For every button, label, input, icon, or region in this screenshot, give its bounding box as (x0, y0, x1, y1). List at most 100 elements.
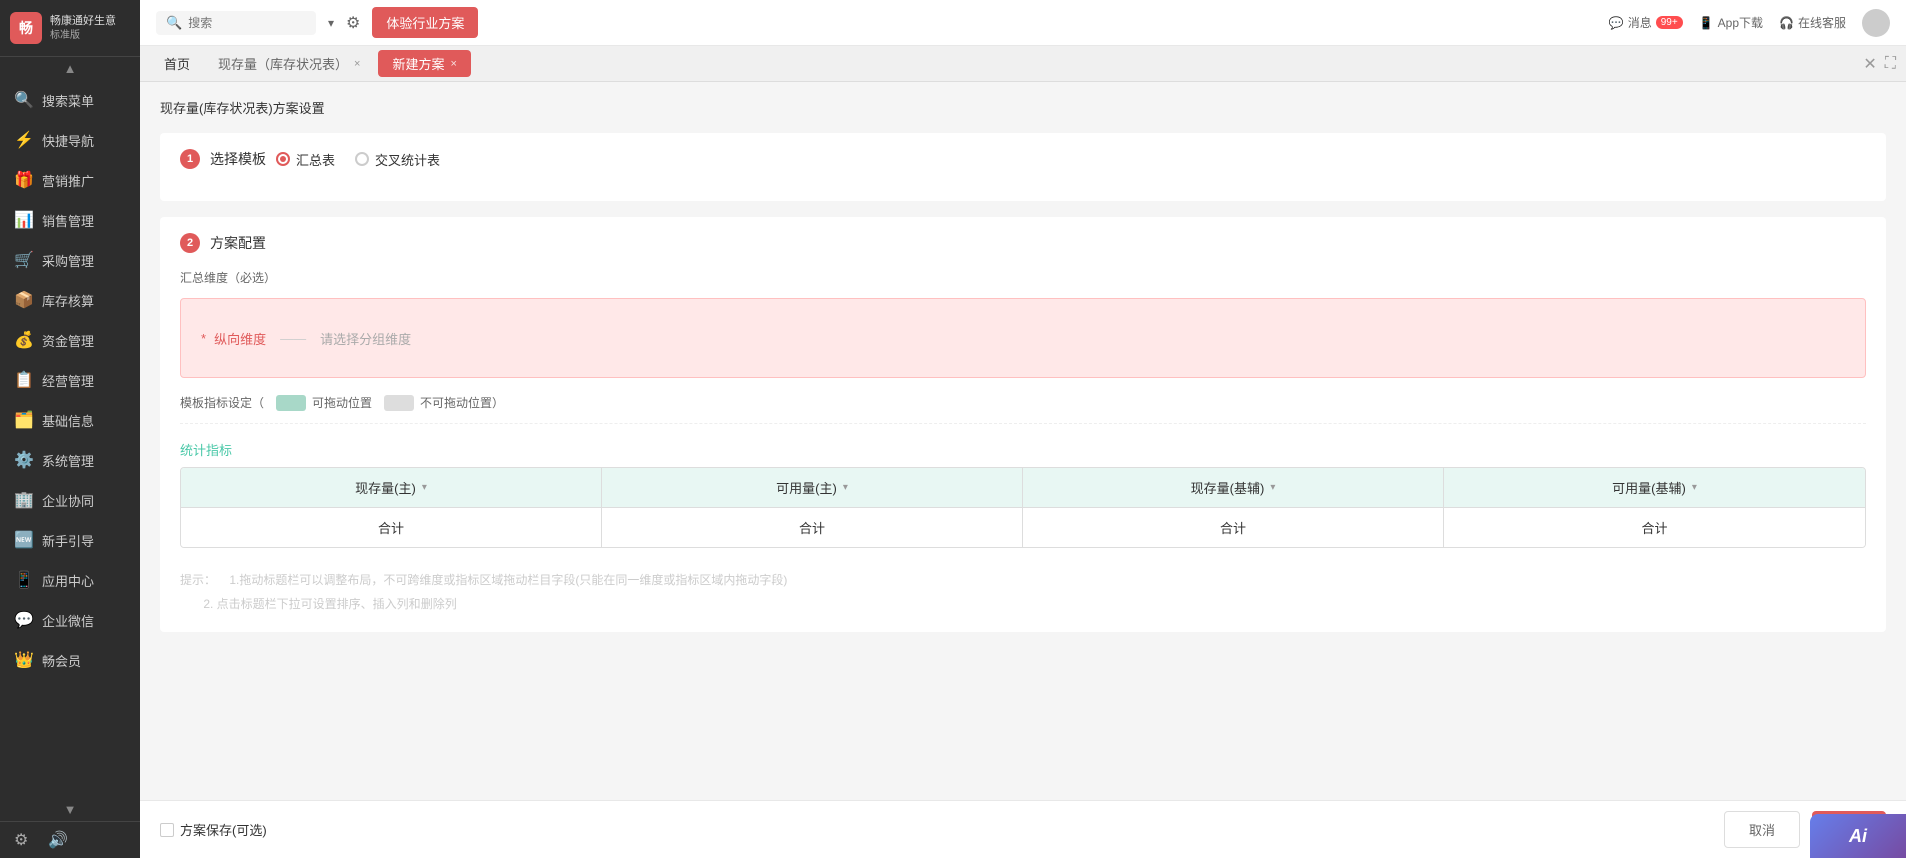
sidebar-item-资金管理[interactable]: 💰资金管理 (0, 320, 140, 360)
chevron-down-icon[interactable]: ▾ (843, 482, 848, 493)
tab-inventory[interactable]: 现存量（库存状况表） × (204, 48, 374, 79)
stats-header-cell[interactable]: 可用量(主)▾ (602, 468, 1023, 507)
stats-header-cell[interactable]: 现存量(基辅)▾ (1023, 468, 1444, 507)
sidebar-scroll-up[interactable]: ▲ (0, 57, 140, 80)
chevron-down-icon[interactable]: ▾ (422, 482, 427, 493)
app-download-label: App下载 (1718, 14, 1763, 31)
tab-home[interactable]: 首页 (150, 48, 204, 79)
sidebar-item-label: 搜索菜单 (42, 91, 94, 110)
sidebar-icon: 🔍 (14, 90, 34, 110)
dimension-hint: 请选择分组维度 (320, 329, 411, 348)
online-service-item[interactable]: 🎧 在线客服 (1779, 14, 1846, 31)
sidebar-item-畅会员[interactable]: 👑畅会员 (0, 640, 140, 680)
stats-section: 统计指标 现存量(主)▾可用量(主)▾现存量(基辅)▾可用量(基辅)▾ 合计合计… (180, 440, 1866, 548)
tabbar: 首页 现存量（库存状况表） × 新建方案 × ✕ ⛶ (140, 46, 1906, 82)
radio-cross-label: 交叉统计表 (375, 150, 440, 169)
stats-body-cell: 合计 (1023, 508, 1444, 547)
stats-header-cell[interactable]: 可用量(基辅)▾ (1444, 468, 1865, 507)
tips-section: 提示： 1.拖动标题栏可以调整布局，不可跨维度或指标区域拖动栏目字段(只能在同一… (180, 568, 1866, 616)
online-service-label: 在线客服 (1798, 14, 1846, 31)
sidebar-item-系统管理[interactable]: ⚙️系统管理 (0, 440, 140, 480)
sidebar-item-快捷导航[interactable]: ⚡快捷导航 (0, 120, 140, 160)
sidebar-item-label: 应用中心 (42, 571, 94, 590)
tips-item2: 2. 点击标题栏下拉可设置排序、插入列和删除列 (180, 592, 1866, 616)
radio-cross-dot (355, 152, 369, 166)
stats-header-cell[interactable]: 现存量(主) ▾ (181, 468, 602, 507)
audio-icon[interactable]: 🔊 (48, 830, 68, 850)
window-expand-btn[interactable]: ⛶ (1885, 55, 1896, 73)
save-option[interactable]: 方案保存(可选) (160, 820, 267, 839)
topbar-dropdown[interactable]: ▾ (328, 16, 334, 30)
tab-inventory-close[interactable]: × (354, 58, 360, 70)
draggable-box (276, 395, 306, 411)
sidebar-item-label: 库存核算 (42, 291, 94, 310)
topbar-gear-icon[interactable]: ⚙ (346, 13, 360, 33)
stats-table-header: 现存量(主)▾可用量(主)▾现存量(基辅)▾可用量(基辅)▾ (181, 468, 1865, 507)
stats-body-cell: 合计 (602, 508, 1023, 547)
draggable-legend: 可拖动位置 (276, 394, 372, 411)
radio-summary-label: 汇总表 (296, 150, 335, 169)
main-content: 🔍 ▾ ⚙ 体验行业方案 💬 消息 99+ 📱 App下载 🎧 在线客服 (140, 0, 1906, 858)
user-avatar[interactable] (1862, 9, 1890, 37)
step2-badge: 2 (180, 233, 200, 253)
messages-item[interactable]: 💬 消息 99+ (1609, 14, 1683, 31)
search-icon: 🔍 (166, 15, 182, 31)
tab-new-scheme-label: 新建方案 (392, 54, 444, 73)
topbar: 🔍 ▾ ⚙ 体验行业方案 💬 消息 99+ 📱 App下载 🎧 在线客服 (140, 0, 1906, 46)
stats-body-cell: 合计 (181, 508, 602, 547)
ai-fab-button[interactable]: Ai (1810, 814, 1906, 858)
sidebar-item-库存核算[interactable]: 📦 库存核算 (0, 280, 140, 320)
cancel-button[interactable]: 取消 (1724, 811, 1800, 848)
section1-header: 1 选择模板 汇总表 交叉统计表 (180, 149, 1866, 169)
non-draggable-legend: 不可拖动位置） (384, 394, 504, 411)
draggable-label: 可拖动位置 (312, 394, 372, 411)
search-box[interactable]: 🔍 (156, 11, 316, 35)
sidebar-item-企业协同[interactable]: 🏢企业协同 (0, 480, 140, 520)
tab-new-scheme[interactable]: 新建方案 × (378, 50, 470, 77)
sidebar-item-label: 资金管理 (42, 331, 94, 350)
sidebar-item-label: 企业微信 (42, 611, 94, 630)
chevron-down-icon[interactable]: ▾ (1692, 482, 1697, 493)
sidebar-item-销售管理[interactable]: 📊销售管理 (0, 200, 140, 240)
radio-summary-dot (276, 152, 290, 166)
radio-cross-table[interactable]: 交叉统计表 (355, 150, 440, 169)
save-checkbox[interactable] (160, 823, 174, 837)
sidebar-item-营销推广[interactable]: 🎁营销推广 (0, 160, 140, 200)
sidebar-icon: 📦 (14, 290, 34, 310)
sidebar-item-label: 系统管理 (42, 451, 94, 470)
sidebar-item-采购管理[interactable]: 🛒采购管理 (0, 240, 140, 280)
required-star: * (201, 331, 206, 346)
section-choose-template: 1 选择模板 汇总表 交叉统计表 (160, 133, 1886, 201)
sidebar-item-label: 新手引导 (42, 531, 94, 550)
sidebar-item-应用中心[interactable]: 📱应用中心 (0, 560, 140, 600)
app-logo-icon: 畅 (10, 12, 42, 44)
radio-summary-table[interactable]: 汇总表 (276, 150, 335, 169)
chevron-down-icon[interactable]: ▾ (1270, 482, 1275, 493)
sidebar-item-label: 基础信息 (42, 411, 94, 430)
sidebar-item-经营管理[interactable]: 📋经营管理 (0, 360, 140, 400)
sidebar-icon: 📋 (14, 370, 34, 390)
section2-header: 2 方案配置 (180, 233, 1866, 253)
sidebar-nav: 🔍 搜索菜单 ⚡快捷导航🎁营销推广📊销售管理🛒采购管理 📦 库存核算 💰资金管理📋经营管理… (0, 80, 140, 798)
window-close-btn[interactable]: ✕ (1863, 54, 1876, 74)
stats-header-label: 现存量(主) (355, 478, 416, 497)
settings-icon[interactable]: ⚙ (14, 830, 28, 850)
sidebar-item-label: 快捷导航 (42, 131, 94, 150)
section-scheme-config: 2 方案配置 汇总维度（必选） * 纵向维度 —— 请选择分组维度 模板指标设定… (160, 217, 1886, 632)
sidebar-item-label: 营销推广 (42, 171, 94, 190)
sidebar-item-搜索菜单[interactable]: 🔍 搜索菜单 (0, 80, 140, 120)
trial-button[interactable]: 体验行业方案 (372, 7, 478, 38)
dimension-area[interactable]: * 纵向维度 —— 请选择分组维度 (180, 298, 1866, 378)
stats-label: 统计指标 (180, 440, 1866, 459)
sidebar-item-label: 畅会员 (42, 651, 81, 670)
sidebar-item-基础信息[interactable]: 🗂️基础信息 (0, 400, 140, 440)
app-download-item[interactable]: 📱 App下载 (1699, 14, 1763, 31)
headset-icon: 🎧 (1779, 16, 1794, 30)
topbar-right: 💬 消息 99+ 📱 App下载 🎧 在线客服 (1609, 9, 1890, 37)
sidebar-item-新手引导[interactable]: 🆕新手引导 (0, 520, 140, 560)
sidebar-item-企业微信[interactable]: 💬企业微信 (0, 600, 140, 640)
tab-new-scheme-close[interactable]: × (450, 58, 456, 70)
search-input[interactable] (188, 16, 306, 30)
sidebar-scroll-down[interactable]: ▼ (0, 798, 140, 821)
stats-body-cell: 合计 (1444, 508, 1865, 547)
